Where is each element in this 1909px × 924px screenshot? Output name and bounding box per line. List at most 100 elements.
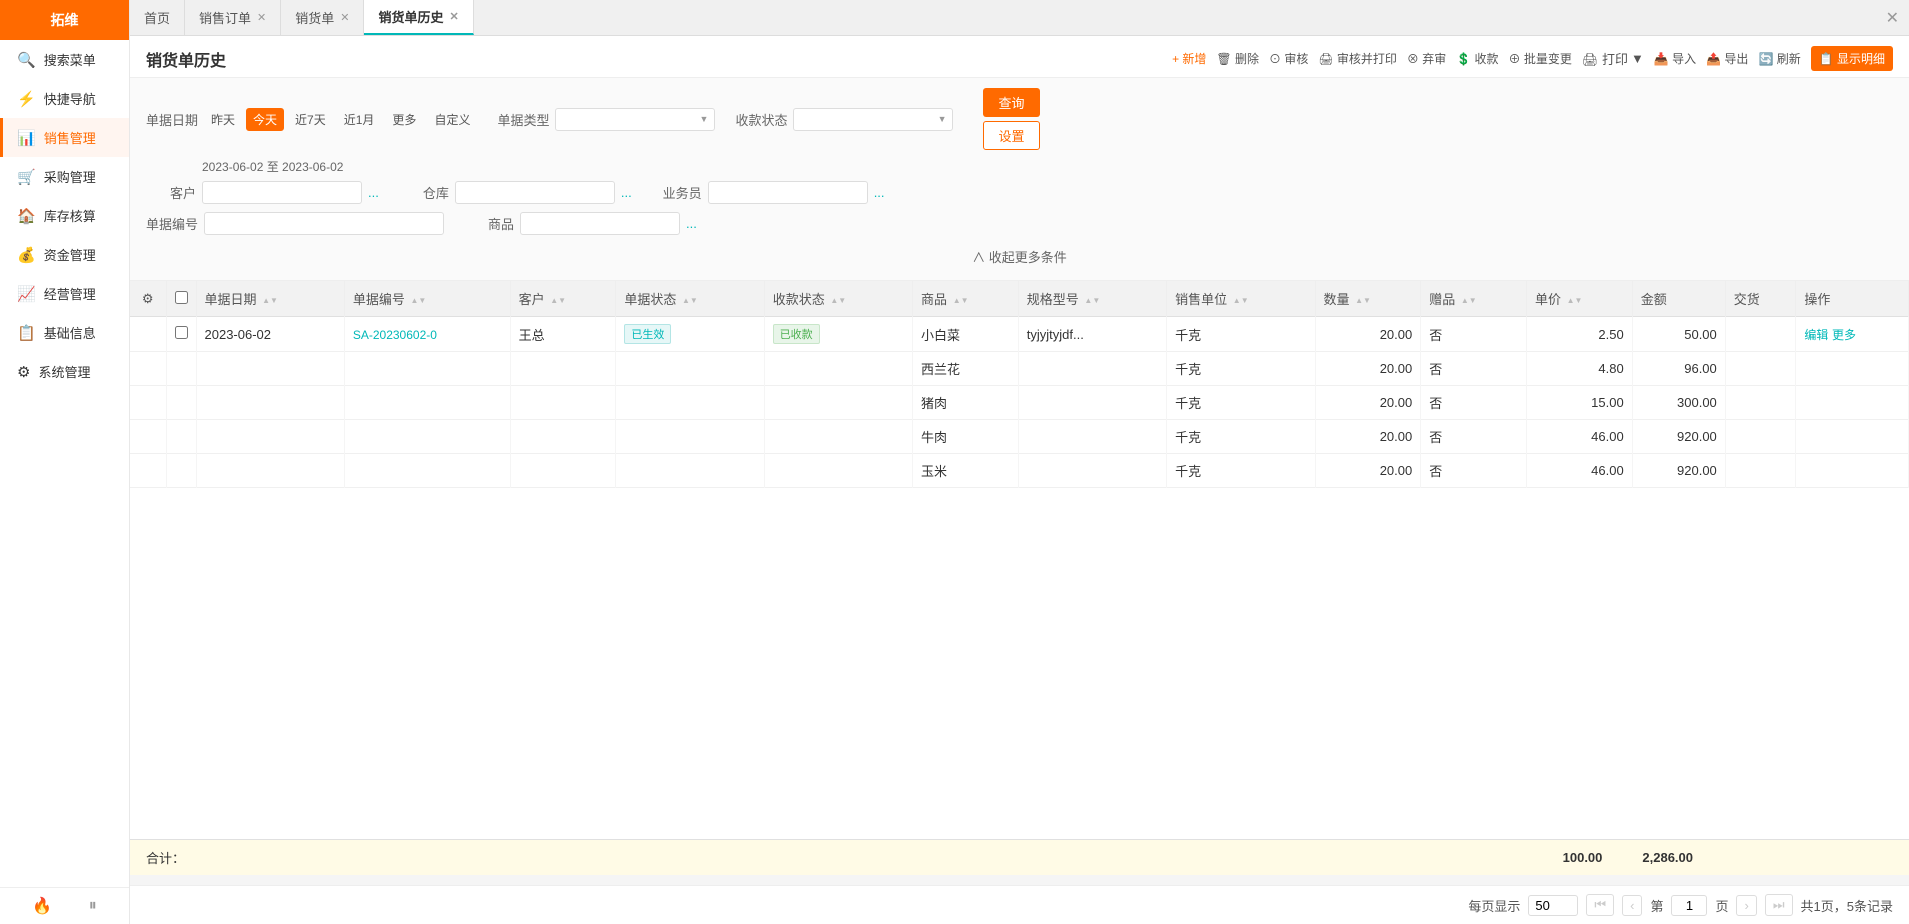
sidebar-item-label: 基础信息 bbox=[44, 323, 96, 342]
delete-button[interactable]: 🗑 删除 bbox=[1216, 50, 1259, 67]
date-btn-7days[interactable]: 近7天 bbox=[288, 108, 333, 131]
sort-collection-status[interactable]: ▲▼ bbox=[830, 297, 846, 305]
col-doc-status[interactable]: 单据状态 ▲▼ bbox=[616, 281, 764, 317]
total-quantity: 100.00 bbox=[1563, 850, 1603, 865]
tab-close-sales-delivery[interactable]: ✕ bbox=[340, 11, 349, 24]
col-doc-number[interactable]: 单据编号 ▲▼ bbox=[344, 281, 510, 317]
row-transaction-4 bbox=[1725, 454, 1796, 488]
select-all-checkbox[interactable] bbox=[175, 291, 188, 304]
col-customer[interactable]: 客户 ▲▼ bbox=[510, 281, 616, 317]
salesperson-picker-btn[interactable]: ... bbox=[874, 185, 885, 200]
tab-sales-order[interactable]: 销售订单 ✕ bbox=[185, 0, 281, 35]
tab-close-all[interactable]: ✕ bbox=[1886, 8, 1909, 28]
sidebar-item-quick-nav[interactable]: ⚡ 快捷导航 bbox=[0, 79, 129, 118]
col-unit-price[interactable]: 单价 ▲▼ bbox=[1526, 281, 1632, 317]
warehouse-input[interactable] bbox=[455, 181, 615, 204]
row-select-0[interactable] bbox=[175, 326, 188, 339]
col-spec[interactable]: 规格型号 ▲▼ bbox=[1018, 281, 1166, 317]
date-btn-custom[interactable]: 自定义 bbox=[427, 108, 477, 131]
horizontal-scrollbar[interactable] bbox=[130, 875, 1909, 885]
print-button[interactable]: 🖨 打印 ▼ bbox=[1582, 49, 1644, 68]
review-print-button[interactable]: 🖨 审核并打印 bbox=[1318, 50, 1397, 67]
set-button[interactable]: 设置 bbox=[983, 121, 1039, 150]
doc-number-input[interactable] bbox=[204, 212, 444, 235]
abandon-button[interactable]: ⊗ 弃审 bbox=[1407, 50, 1446, 67]
row-doc-status-2 bbox=[616, 386, 764, 420]
sort-unit-price[interactable]: ▲▼ bbox=[1567, 297, 1583, 305]
tab-close-sales-order[interactable]: ✕ bbox=[257, 11, 266, 24]
page-title: 销货单历史 bbox=[146, 47, 1172, 71]
sidebar-fire-icon[interactable]: 🔥 bbox=[32, 896, 52, 916]
query-button[interactable]: 查询 bbox=[983, 88, 1039, 117]
sort-unit[interactable]: ▲▼ bbox=[1233, 297, 1249, 305]
add-button[interactable]: + 新增 bbox=[1172, 50, 1206, 67]
page-next-btn[interactable]: › bbox=[1736, 895, 1756, 916]
date-btn-yesterday[interactable]: 昨天 bbox=[204, 108, 242, 131]
sort-customer[interactable]: ▲▼ bbox=[550, 297, 566, 305]
row-quantity-3: 20.00 bbox=[1315, 420, 1421, 454]
sidebar-item-purchase[interactable]: 🛒 采购管理 bbox=[0, 157, 129, 196]
sidebar-item-inventory[interactable]: 🏠 库存核算 bbox=[0, 196, 129, 235]
page-last-btn[interactable]: ⏭ bbox=[1765, 894, 1793, 916]
table-row: 2023-06-02SA-20230602-0王总已生效已收款小白菜tyjyjt… bbox=[130, 317, 1909, 352]
sort-doc-number[interactable]: ▲▼ bbox=[411, 297, 427, 305]
sidebar-item-operations[interactable]: 📈 经营管理 bbox=[0, 274, 129, 313]
edit-btn-0[interactable]: 编辑 bbox=[1804, 328, 1828, 342]
sidebar-item-finance[interactable]: 💰 资金管理 bbox=[0, 235, 129, 274]
refresh-button[interactable]: 🔄 刷新 bbox=[1758, 50, 1800, 67]
date-btn-more[interactable]: 更多 bbox=[385, 108, 423, 131]
warehouse-picker-btn[interactable]: ... bbox=[621, 185, 632, 200]
sort-gift[interactable]: ▲▼ bbox=[1461, 297, 1477, 305]
sort-product[interactable]: ▲▼ bbox=[953, 297, 969, 305]
batch-change-button[interactable]: ⊕ 批量变更 bbox=[1509, 50, 1572, 67]
product-input[interactable] bbox=[520, 212, 680, 235]
page-number-input[interactable] bbox=[1671, 895, 1707, 916]
doc-number-link-0[interactable]: SA-20230602-0 bbox=[353, 328, 437, 342]
page-prev-btn[interactable]: ‹ bbox=[1622, 895, 1642, 916]
filter-doc-number: 单据编号 bbox=[146, 212, 444, 235]
sort-quantity[interactable]: ▲▼ bbox=[1355, 297, 1371, 305]
row-checkbox-2 bbox=[166, 386, 196, 420]
show-details-button[interactable]: 📋 显示明细 bbox=[1811, 46, 1893, 71]
sidebar-pause-icon[interactable]: ⏸ bbox=[89, 897, 97, 915]
per-page-select[interactable]: 50 100 200 bbox=[1528, 895, 1578, 916]
col-checkbox bbox=[166, 281, 196, 317]
salesperson-input[interactable] bbox=[708, 181, 868, 204]
sidebar-item-system[interactable]: ⚙ 系统管理 bbox=[0, 352, 129, 391]
import-button[interactable]: 📥 导入 bbox=[1654, 50, 1696, 67]
row-amount-3: 920.00 bbox=[1632, 420, 1725, 454]
export-button[interactable]: 📤 导出 bbox=[1706, 50, 1748, 67]
collapse-conditions-btn[interactable]: ∧ 收起更多条件 bbox=[146, 243, 1893, 270]
sort-spec[interactable]: ▲▼ bbox=[1084, 297, 1100, 305]
row-doc-number-3 bbox=[344, 420, 510, 454]
doc-type-select[interactable] bbox=[555, 108, 715, 131]
filter-row-1: 单据日期 昨天 今天 近7天 近1月 更多 自定义 单据类型 bbox=[146, 88, 1893, 150]
row-collection-status-0: 已收款 bbox=[764, 317, 912, 352]
sidebar-item-sales[interactable]: 📊 销售管理 bbox=[0, 118, 129, 157]
date-btn-1month[interactable]: 近1月 bbox=[337, 108, 382, 131]
tab-home[interactable]: 首页 bbox=[130, 0, 185, 35]
tab-close-sales-history[interactable]: ✕ bbox=[450, 10, 459, 23]
col-doc-date[interactable]: 单据日期 ▲▼ bbox=[196, 281, 344, 317]
sort-doc-date[interactable]: ▲▼ bbox=[262, 297, 278, 305]
col-product[interactable]: 商品 ▲▼ bbox=[913, 281, 1019, 317]
sidebar-item-basic-info[interactable]: 📋 基础信息 bbox=[0, 313, 129, 352]
more-btn-0[interactable]: 更多 bbox=[1832, 328, 1856, 342]
col-quantity[interactable]: 数量 ▲▼ bbox=[1315, 281, 1421, 317]
col-unit[interactable]: 销售单位 ▲▼ bbox=[1167, 281, 1315, 317]
product-picker-btn[interactable]: ... bbox=[686, 216, 697, 231]
col-gift[interactable]: 赠品 ▲▼ bbox=[1421, 281, 1527, 317]
sort-doc-status[interactable]: ▲▼ bbox=[682, 297, 698, 305]
tab-sales-delivery[interactable]: 销货单 ✕ bbox=[281, 0, 364, 35]
date-btn-today[interactable]: 今天 bbox=[246, 108, 284, 131]
col-collection-status[interactable]: 收款状态 ▲▼ bbox=[764, 281, 912, 317]
customer-picker-btn[interactable]: ... bbox=[368, 185, 379, 200]
collection-status-select[interactable] bbox=[793, 108, 953, 131]
collect-button[interactable]: 💲 收款 bbox=[1456, 50, 1498, 67]
customer-input[interactable] bbox=[202, 181, 362, 204]
page-first-btn[interactable]: ⏮ bbox=[1586, 894, 1614, 916]
col-gear[interactable]: ⚙ bbox=[130, 281, 166, 317]
review-button[interactable]: ⊙ 审核 bbox=[1269, 50, 1308, 67]
sidebar-item-search-menu[interactable]: 🔍 搜索菜单 bbox=[0, 40, 129, 79]
tab-sales-history[interactable]: 销货单历史 ✕ bbox=[364, 0, 473, 35]
